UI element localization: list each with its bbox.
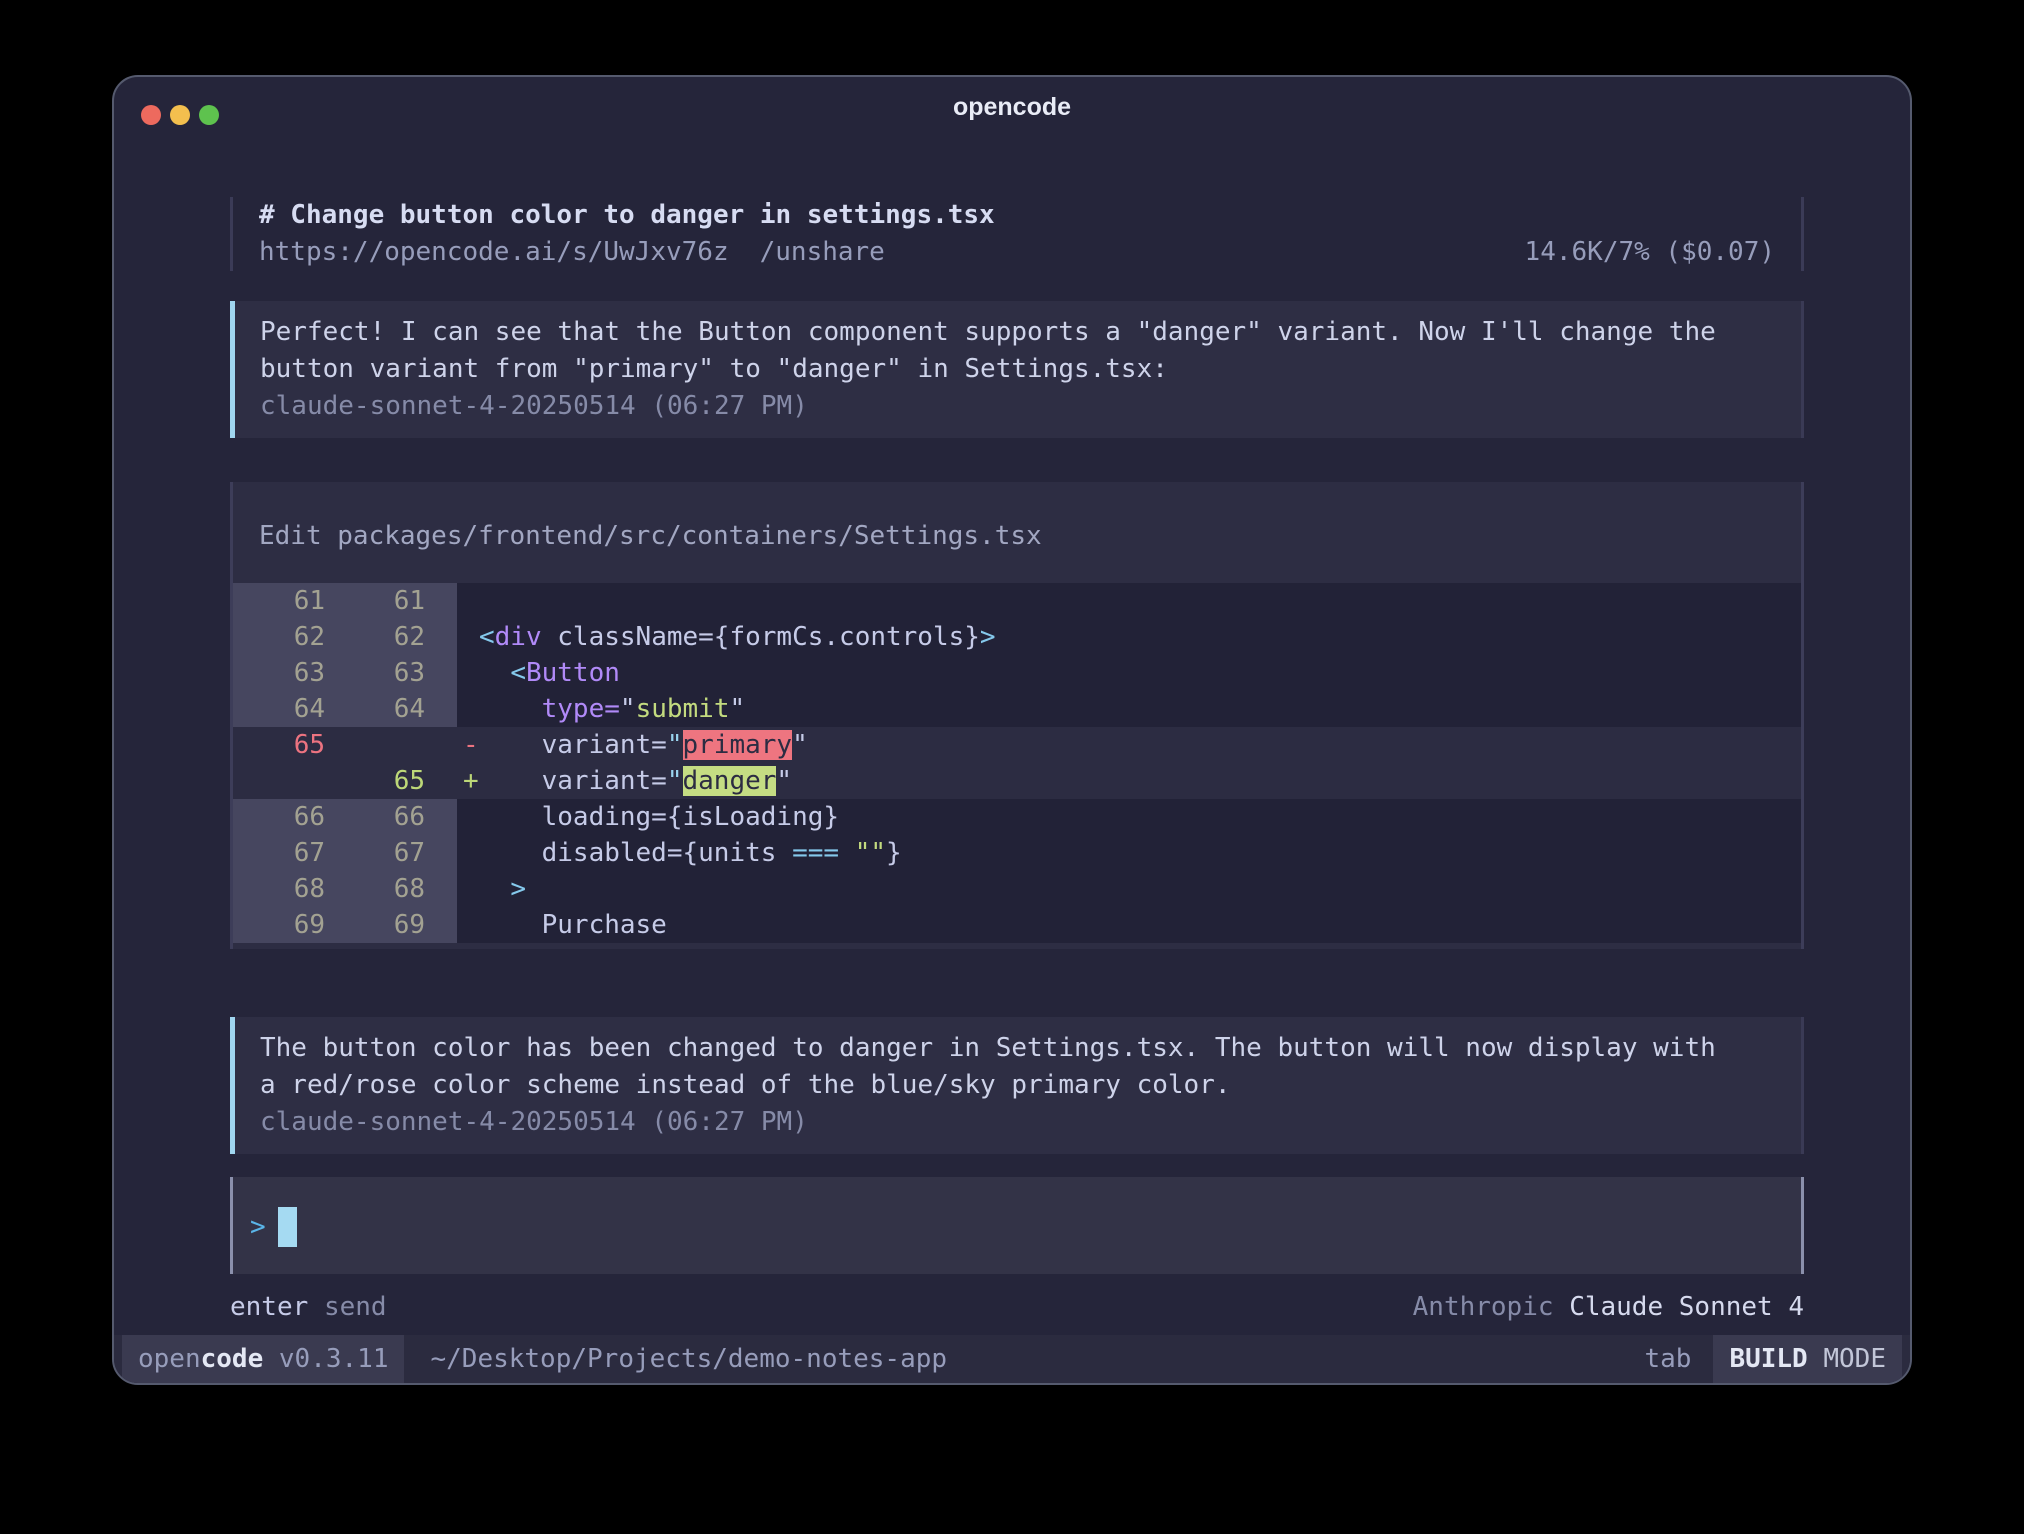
diff-row: 6868 > xyxy=(233,871,1801,907)
message-meta: claude-sonnet-4-20250514 (06:27 PM) xyxy=(260,1104,1775,1141)
line-number-old: 66 xyxy=(233,799,325,835)
share-url: https://opencode.ai/s/UwJxv76z xyxy=(259,234,729,271)
diff-marker: - xyxy=(457,727,479,763)
diff-marker xyxy=(457,871,479,907)
line-number-old: 68 xyxy=(233,871,325,907)
prompt-caret: > xyxy=(250,1207,266,1247)
message-line: Perfect! I can see that the Button compo… xyxy=(260,314,1775,351)
code-text: <Button xyxy=(479,655,1801,691)
code-text: loading={isLoading} xyxy=(479,799,1801,835)
diff-row: 65 - variant="primary" xyxy=(233,727,1801,763)
diff-marker xyxy=(457,907,479,943)
tab-hint: tab xyxy=(1644,1335,1691,1383)
diff-row: 6161 xyxy=(233,583,1801,619)
diff-marker xyxy=(457,619,479,655)
diff-row: 65 + variant="danger" xyxy=(233,763,1801,799)
diff-marker xyxy=(457,835,479,871)
line-number-old: 69 xyxy=(233,907,325,943)
diff-row: 6464 type="submit" xyxy=(233,691,1801,727)
code-text: variant="primary" xyxy=(479,727,1801,763)
diff-gutter: 6262 xyxy=(233,619,457,655)
line-number-old xyxy=(233,763,325,799)
hint-row: enter send Anthropic Claude Sonnet 4 xyxy=(230,1292,1804,1322)
diff-marker xyxy=(457,691,479,727)
line-number-new: 65 xyxy=(325,763,425,799)
line-number-old: 65 xyxy=(233,727,325,763)
line-number-new: 68 xyxy=(325,871,425,907)
window-title: opencode xyxy=(114,89,1910,125)
code-text: Purchase xyxy=(479,907,1801,943)
session-title: # Change button color to danger in setti… xyxy=(259,197,1775,234)
code-text: type="submit" xyxy=(479,691,1801,727)
line-number-new: 62 xyxy=(325,619,425,655)
line-number-new: 63 xyxy=(325,655,425,691)
diff-marker: + xyxy=(457,763,479,799)
text-cursor xyxy=(278,1207,297,1247)
diff-gutter: 6161 xyxy=(233,583,457,619)
title-bar: opencode xyxy=(114,77,1910,129)
diff-row: 6666 loading={isLoading} xyxy=(233,799,1801,835)
app-version: opencode v0.3.11 xyxy=(122,1335,404,1383)
diff-marker xyxy=(457,583,479,619)
message-meta: claude-sonnet-4-20250514 (06:27 PM) xyxy=(260,388,1775,425)
diff-marker xyxy=(457,799,479,835)
model-indicator: Anthropic Claude Sonnet 4 xyxy=(1413,1292,1804,1322)
line-number-new: 69 xyxy=(325,907,425,943)
code-text: <div className={formCs.controls}> xyxy=(479,619,1801,655)
line-number-old: 61 xyxy=(233,583,325,619)
diff-gutter: 6969 xyxy=(233,907,457,943)
diff-gutter: 6767 xyxy=(233,835,457,871)
message-line: a red/rose color scheme instead of the b… xyxy=(260,1067,1775,1104)
diff-gutter: 65 xyxy=(233,727,457,763)
diff-view: 61616262 <div className={formCs.controls}… xyxy=(233,583,1801,943)
diff-marker xyxy=(457,655,479,691)
message-line: The button color has been changed to dan… xyxy=(260,1030,1775,1067)
unshare-command: /unshare xyxy=(760,234,885,271)
working-directory: ~/Desktop/Projects/demo-notes-app xyxy=(430,1335,947,1383)
diff-row: 6363 <Button xyxy=(233,655,1801,691)
edit-tool-header: Edit packages/frontend/src/containers/Se… xyxy=(233,518,1801,555)
prompt-input[interactable]: > xyxy=(230,1177,1804,1274)
diff-row: 6767 disabled={units === ""} xyxy=(233,835,1801,871)
session-content: # Change button color to danger in setti… xyxy=(114,129,1910,1322)
diff-gutter: 6464 xyxy=(233,691,457,727)
session-subheader: https://opencode.ai/s/UwJxv76z /unshare … xyxy=(259,234,1775,271)
assistant-message: Perfect! I can see that the Button compo… xyxy=(230,301,1804,438)
diff-gutter: 6363 xyxy=(233,655,457,691)
diff-gutter: 6666 xyxy=(233,799,457,835)
line-number-new: 64 xyxy=(325,691,425,727)
diff-row: 6262 <div className={formCs.controls}> xyxy=(233,619,1801,655)
line-number-new: 61 xyxy=(325,583,425,619)
status-bar: opencode v0.3.11 ~/Desktop/Projects/demo… xyxy=(114,1335,1910,1383)
code-text: variant="danger" xyxy=(479,763,1801,799)
assistant-message: The button color has been changed to dan… xyxy=(230,1017,1804,1154)
line-number-new: 67 xyxy=(325,835,425,871)
session-header: # Change button color to danger in setti… xyxy=(230,197,1804,271)
code-text xyxy=(479,583,1801,619)
line-number-old: 64 xyxy=(233,691,325,727)
line-number-old: 62 xyxy=(233,619,325,655)
line-number-old: 67 xyxy=(233,835,325,871)
code-text: disabled={units === ""} xyxy=(479,835,1801,871)
hint-enter-send: enter send xyxy=(230,1292,387,1322)
diff-row: 6969 Purchase xyxy=(233,907,1801,943)
diff-gutter: 65 xyxy=(233,763,457,799)
line-number-new xyxy=(325,727,425,763)
line-number-old: 63 xyxy=(233,655,325,691)
message-line: button variant from "primary" to "danger… xyxy=(260,351,1775,388)
mode-indicator: BUILD MODE xyxy=(1713,1335,1902,1383)
line-number-new: 66 xyxy=(325,799,425,835)
edit-tool-card: Edit packages/frontend/src/containers/Se… xyxy=(230,482,1804,949)
code-text: > xyxy=(479,871,1801,907)
token-usage: 14.6K/7% ($0.07) xyxy=(1525,234,1775,271)
opencode-window: opencode # Change button color to danger… xyxy=(112,75,1912,1385)
diff-gutter: 6868 xyxy=(233,871,457,907)
